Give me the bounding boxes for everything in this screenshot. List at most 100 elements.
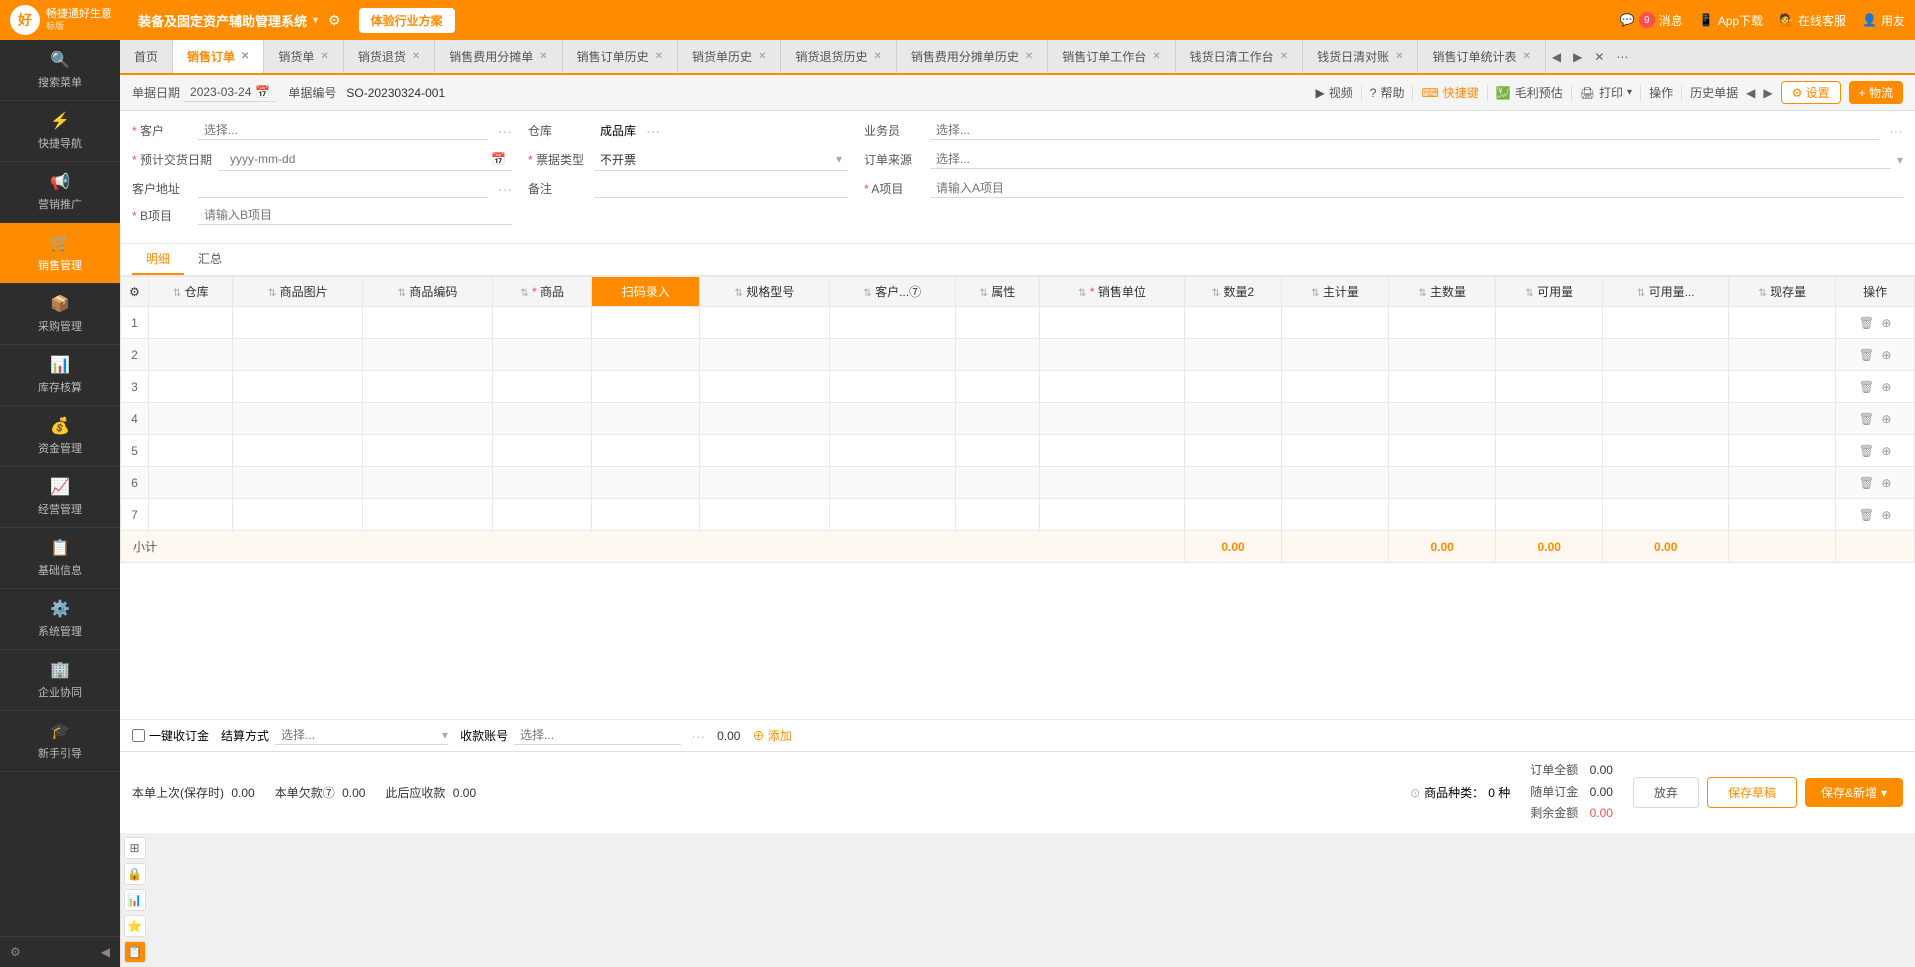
view-video-btn[interactable]: ▶ 视频 <box>1316 84 1353 101</box>
invoice-type-select[interactable]: 不开票 ▾ <box>594 149 848 171</box>
row-5-available2[interactable] <box>1603 435 1729 467</box>
add-material-button[interactable]: + 物流 <box>1849 81 1903 104</box>
tab-prev-button[interactable]: ◀ <box>1546 42 1567 72</box>
tab-menu-button[interactable]: ⋯ <box>1610 42 1634 72</box>
sidebar-item-guide[interactable]: 🎓 新手引导 <box>0 711 120 772</box>
row-4-available1[interactable] <box>1496 403 1603 435</box>
row-7-sales-unit[interactable] <box>1040 499 1185 531</box>
project-a-input[interactable] <box>930 179 1903 198</box>
sidebar-item-basic-info[interactable]: 📋 基础信息 <box>0 528 120 589</box>
tab-close-sales-refund[interactable]: ✕ <box>412 51 420 62</box>
row-5-available1[interactable] <box>1496 435 1603 467</box>
row-2-customer-order[interactable] <box>829 339 955 371</box>
row-6-qty2[interactable] <box>1184 467 1281 499</box>
row-2-qty2[interactable] <box>1184 339 1281 371</box>
row-7-product[interactable] <box>492 499 592 531</box>
col-header-spec-model[interactable]: ⇅ 规格型号 <box>700 277 830 307</box>
row-4-attribute[interactable] <box>955 403 1039 435</box>
online-service-item[interactable]: 💁 在线客服 <box>1779 12 1846 29</box>
row-6-warehouse[interactable] <box>149 467 233 499</box>
row-2-main-qty[interactable] <box>1389 339 1496 371</box>
delivery-calendar-icon[interactable]: 📅 <box>491 152 506 166</box>
tab-cash-daily-workbench[interactable]: 钱货日清工作台 ✕ <box>1176 40 1303 73</box>
row-1-main-qty[interactable] <box>1389 307 1496 339</box>
tab-detail[interactable]: 明细 <box>132 244 184 275</box>
tab-close-sales-expense-split[interactable]: ✕ <box>539 51 547 62</box>
row-5-spec-model[interactable] <box>700 435 830 467</box>
row-3-scan-input[interactable] <box>592 371 700 403</box>
date-picker[interactable]: 2023-03-24 📅 <box>184 83 276 102</box>
col-header-product[interactable]: ⇅ * 商品 <box>492 277 592 307</box>
sort-current-stock[interactable]: ⇅ <box>1758 288 1766 299</box>
row-1-delete-icon[interactable]: 🗑 <box>1859 316 1874 330</box>
row-5-warehouse[interactable] <box>149 435 233 467</box>
row-7-product-code[interactable] <box>363 499 493 531</box>
row-5-main-unit[interactable] <box>1282 435 1389 467</box>
operation-btn[interactable]: 操作 <box>1649 84 1673 101</box>
row-2-delete-icon[interactable]: 🗑 <box>1859 348 1874 362</box>
row-3-sales-unit[interactable] <box>1040 371 1185 403</box>
customer-address-input[interactable] <box>198 179 488 198</box>
sort-product[interactable]: ⇅ <box>520 288 528 299</box>
col-header-warehouse[interactable]: ⇅ 仓库 <box>149 277 233 307</box>
right-icon-2[interactable]: 🔒 <box>124 863 146 885</box>
row-5-main-qty[interactable] <box>1389 435 1496 467</box>
col-header-scan-input[interactable]: 扫码录入 <box>592 277 700 307</box>
row-5-current-stock[interactable] <box>1729 435 1836 467</box>
add-payment-button[interactable]: ⊕ 添加 <box>752 727 791 744</box>
row-7-delete-icon[interactable]: 🗑 <box>1859 508 1874 522</box>
tab-close-sales-refund-history[interactable]: ✕ <box>873 51 881 62</box>
row-1-product-image[interactable] <box>233 307 363 339</box>
row-3-warehouse[interactable] <box>149 371 233 403</box>
row-1-available2[interactable] <box>1603 307 1729 339</box>
row-2-attribute[interactable] <box>955 339 1039 371</box>
col-header-available1[interactable]: ⇅ 可用量 <box>1496 277 1603 307</box>
row-3-main-unit[interactable] <box>1282 371 1389 403</box>
row-2-product[interactable] <box>492 339 592 371</box>
sort-warehouse[interactable]: ⇅ <box>173 288 181 299</box>
row-6-main-qty[interactable] <box>1389 467 1496 499</box>
col-header-customer-order[interactable]: ⇅ 客户...⑦ <box>829 277 955 307</box>
history-btn[interactable]: 历史单据 <box>1690 84 1738 101</box>
row-4-main-unit[interactable] <box>1282 403 1389 435</box>
row-2-available1[interactable] <box>1496 339 1603 371</box>
row-1-scan-input[interactable] <box>592 307 700 339</box>
row-2-current-stock[interactable] <box>1729 339 1836 371</box>
row-7-product-image[interactable] <box>233 499 363 531</box>
sidebar-item-operations[interactable]: 📈 经营管理 <box>0 467 120 528</box>
warehouse-more-icon[interactable]: ··· <box>646 123 660 139</box>
help-btn[interactable]: ? 帮助 <box>1370 84 1405 101</box>
save-new-arrow[interactable]: ▾ <box>1881 786 1887 800</box>
row-1-main-unit[interactable] <box>1282 307 1389 339</box>
col-settings-icon[interactable]: ⚙ <box>129 285 140 299</box>
row-3-product-code[interactable] <box>363 371 493 403</box>
tab-cash-daily-account[interactable]: 钱货日清对账 ✕ <box>1303 40 1418 73</box>
sort-main-unit[interactable]: ⇅ <box>1311 288 1319 299</box>
settings-gear-button[interactable]: ⚙ <box>324 8 345 33</box>
user-item[interactable]: 👤 用友 <box>1862 12 1905 29</box>
sidebar-item-quick-nav[interactable]: ⚡ 快捷导航 <box>0 101 120 162</box>
col-header-main-qty[interactable]: ⇅ 主数量 <box>1389 277 1496 307</box>
tab-next-button[interactable]: ▶ <box>1567 42 1588 72</box>
settings-button[interactable]: ⚙ 设置 <box>1781 81 1841 104</box>
settle-method-select[interactable]: ▾ <box>275 726 448 745</box>
sort-available2[interactable]: ⇅ <box>1637 288 1645 299</box>
row-1-available1[interactable] <box>1496 307 1603 339</box>
row-4-product-image[interactable] <box>233 403 363 435</box>
tab-close-sales-return[interactable]: ✕ <box>320 51 328 62</box>
row-5-scan-input[interactable] <box>592 435 700 467</box>
sort-sales-unit[interactable]: ⇅ <box>1078 288 1086 299</box>
row-1-spec-model[interactable] <box>700 307 830 339</box>
row-5-qty2[interactable] <box>1184 435 1281 467</box>
tab-close-sales-order-workbench[interactable]: ✕ <box>1152 51 1160 62</box>
row-5-attribute[interactable] <box>955 435 1039 467</box>
tab-sales-expense-history[interactable]: 销售费用分摊单历史 ✕ <box>897 40 1048 73</box>
tab-close-sales-order-history[interactable]: ✕ <box>655 51 663 62</box>
settle-method-input[interactable] <box>275 726 442 744</box>
row-1-qty2[interactable] <box>1184 307 1281 339</box>
calendar-icon[interactable]: 📅 <box>255 85 270 99</box>
sidebar-item-sales-mgmt[interactable]: 🛒 销售管理 <box>0 223 120 284</box>
account-more-icon[interactable]: ··· <box>691 728 705 744</box>
row-6-available1[interactable] <box>1496 467 1603 499</box>
tab-close-cash-daily-account[interactable]: ✕ <box>1395 51 1403 62</box>
